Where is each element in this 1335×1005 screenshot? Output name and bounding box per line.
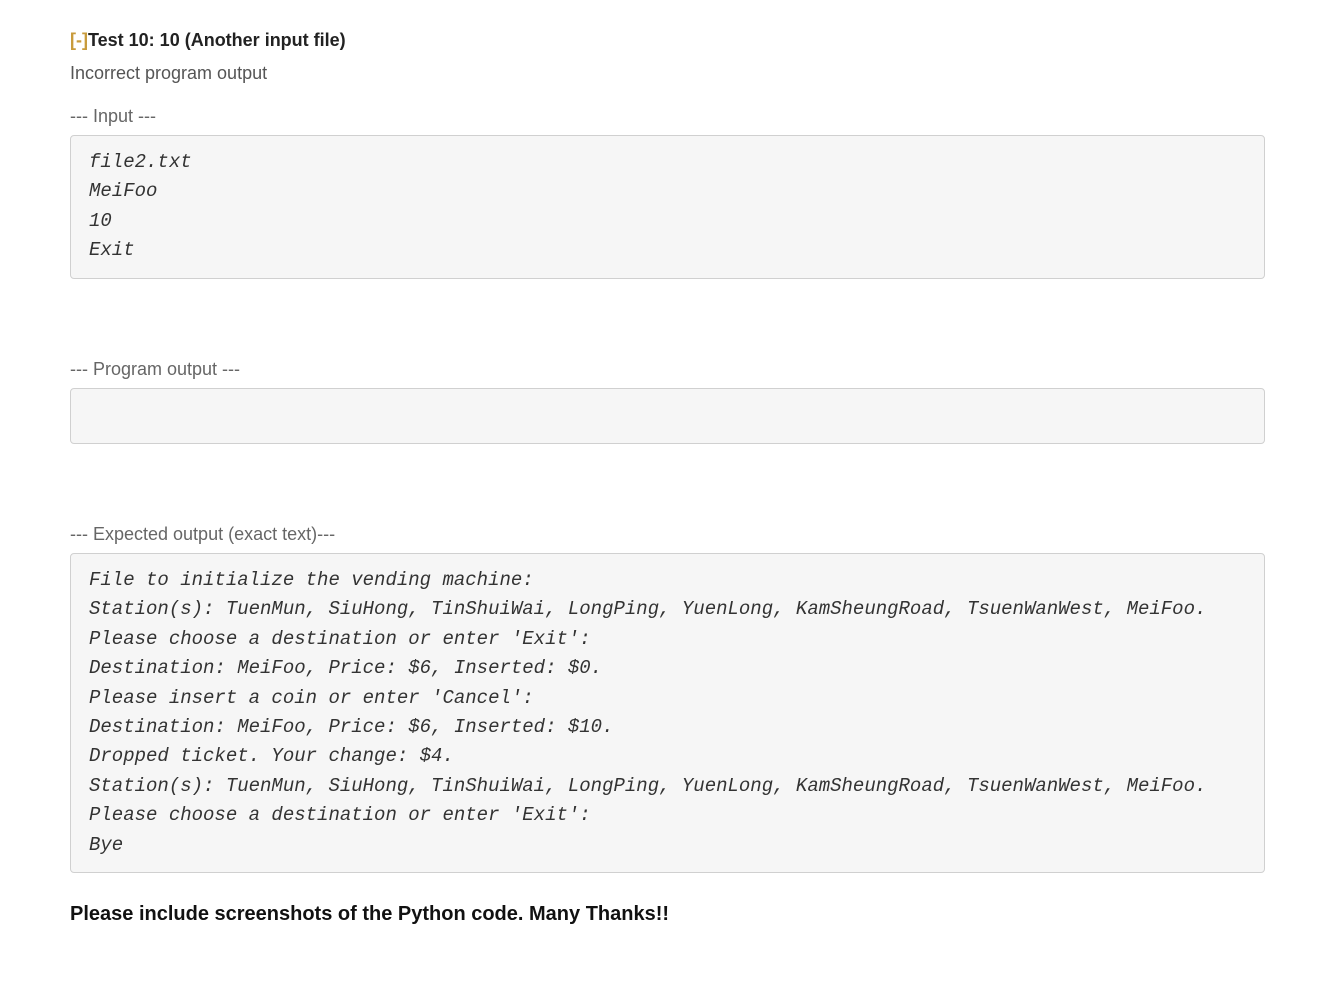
program-output-box bbox=[70, 388, 1265, 444]
expected-output-label: --- Expected output (exact text)--- bbox=[70, 524, 1265, 545]
input-box: file2.txt MeiFoo 10 Exit bbox=[70, 135, 1265, 279]
input-label: --- Input --- bbox=[70, 106, 1265, 127]
test-title: Test 10: 10 (Another input file) bbox=[88, 30, 346, 50]
test-header: [-]Test 10: 10 (Another input file) bbox=[70, 30, 1265, 51]
expected-output-box: File to initialize the vending machine: … bbox=[70, 553, 1265, 873]
status-line: Incorrect program output bbox=[70, 63, 1265, 84]
footer-note: Please include screenshots of the Python… bbox=[70, 903, 1265, 926]
program-output-label: --- Program output --- bbox=[70, 359, 1265, 380]
collapse-toggle[interactable]: [-] bbox=[70, 30, 88, 50]
